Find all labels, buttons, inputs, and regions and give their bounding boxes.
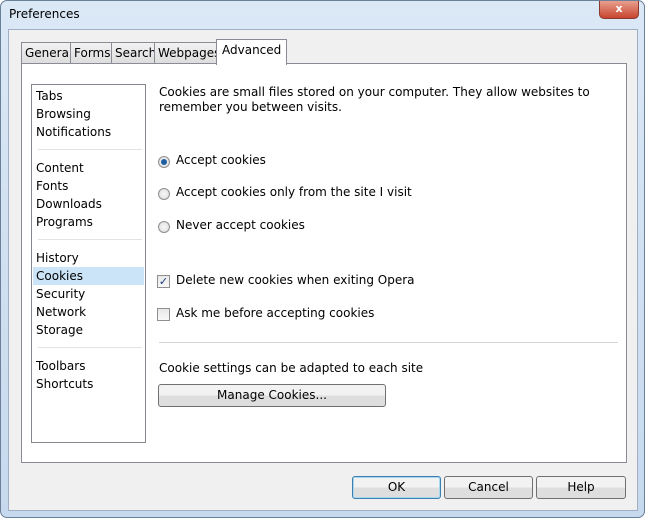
checkbox-delete-on-exit[interactable]: ✓: [157, 275, 170, 288]
divider: [159, 342, 618, 343]
sidebar-item-security[interactable]: Security: [33, 285, 144, 303]
sidebar-item-content[interactable]: Content: [33, 159, 144, 177]
tab-webpages[interactable]: Webpages: [154, 42, 225, 64]
radio-accept-cookies[interactable]: [158, 156, 170, 168]
sidebar-item-fonts[interactable]: Fonts: [33, 177, 144, 195]
tab-advanced[interactable]: Advanced: [216, 39, 288, 65]
checkbox-label[interactable]: Delete new cookies when exiting Opera: [176, 273, 415, 287]
cookies-description: Cookies are small files stored on your c…: [159, 85, 590, 114]
divider: [38, 149, 142, 150]
manage-cookies-button[interactable]: Manage Cookies...: [158, 384, 386, 407]
sidebar-item-history[interactable]: History: [33, 249, 144, 267]
divider: [38, 239, 142, 240]
checkbox-ask-before[interactable]: [157, 308, 170, 321]
divider: [38, 347, 142, 348]
advanced-panel: Tabs Browsing Notifications Content Font…: [21, 63, 627, 463]
close-button[interactable]: x: [599, 1, 639, 19]
sidebar-item-programs[interactable]: Programs: [33, 213, 144, 231]
sidebar-item-notifications[interactable]: Notifications: [33, 123, 144, 141]
preferences-window: Preferences x General Forms Search Webpa…: [0, 0, 645, 518]
radio-never-accept[interactable]: [158, 221, 170, 233]
radio-label[interactable]: Never accept cookies: [176, 218, 305, 232]
tab-search[interactable]: Search: [111, 42, 161, 64]
sidebar-item-downloads[interactable]: Downloads: [33, 195, 144, 213]
sidebar-item-storage[interactable]: Storage: [33, 321, 144, 339]
sidebar-item-cookies[interactable]: Cookies: [33, 267, 144, 285]
sidebar-item-toolbars[interactable]: Toolbars: [33, 357, 144, 375]
dialog-body: General Forms Search Webpages Advanced T…: [8, 29, 638, 511]
sidebar-item-shortcuts[interactable]: Shortcuts: [33, 375, 144, 393]
ok-button[interactable]: OK: [352, 476, 441, 499]
sidebar-item-browsing[interactable]: Browsing: [33, 105, 144, 123]
help-button[interactable]: Help: [536, 476, 626, 499]
sidebar-item-network[interactable]: Network: [33, 303, 144, 321]
window-title: Preferences: [9, 7, 80, 21]
sidebar-item-tabs[interactable]: Tabs: [33, 87, 144, 105]
tab-general[interactable]: General: [21, 42, 77, 64]
site-settings-note: Cookie settings can be adapted to each s…: [159, 361, 424, 375]
radio-label[interactable]: Accept cookies: [176, 153, 266, 167]
cancel-button[interactable]: Cancel: [444, 476, 533, 499]
tab-forms[interactable]: Forms: [70, 42, 115, 64]
section-list[interactable]: Tabs Browsing Notifications Content Font…: [31, 84, 146, 443]
radio-accept-from-site[interactable]: [158, 188, 170, 200]
checkbox-label[interactable]: Ask me before accepting cookies: [176, 306, 374, 320]
radio-label[interactable]: Accept cookies only from the site I visi…: [176, 185, 412, 199]
